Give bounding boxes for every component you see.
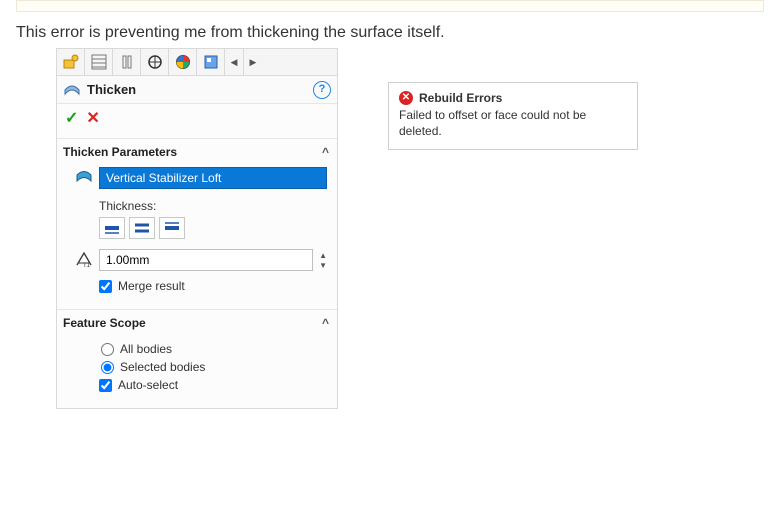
merge-result-row[interactable]: Merge result: [99, 279, 327, 293]
merge-result-label: Merge result: [118, 279, 185, 293]
tab-scroll-left[interactable]: ◀: [225, 49, 244, 75]
property-manager-panel: ◀ ▶ Thicken ? ✓ ✕ Thicken Parameters ^: [56, 48, 338, 409]
rebuild-error-popup: ✕ Rebuild Errors Failed to offset or fac…: [388, 82, 638, 150]
note-strip: [16, 0, 764, 12]
auto-select-checkbox[interactable]: [99, 379, 112, 392]
scope-all-radio[interactable]: [101, 343, 114, 356]
scope-selected-radio[interactable]: [101, 361, 114, 374]
scope-selected-row[interactable]: Selected bodies: [101, 360, 327, 374]
tab-scroll-right[interactable]: ▶: [244, 49, 262, 75]
scope-selected-label: Selected bodies: [120, 360, 205, 374]
auto-select-label: Auto-select: [118, 378, 178, 392]
ok-button[interactable]: ✓: [65, 108, 78, 128]
feature-header: Thicken ?: [57, 76, 337, 104]
direction-both[interactable]: [129, 217, 155, 239]
surface-icon: [75, 169, 93, 188]
section-feature-scope: Feature Scope ^: [57, 309, 337, 334]
thickness-spinner[interactable]: ▲▼: [319, 251, 327, 270]
error-icon: ✕: [399, 91, 413, 105]
thickness-depth-icon: T1: [75, 251, 93, 270]
help-icon[interactable]: ?: [313, 81, 331, 99]
tab-configuration[interactable]: [113, 49, 141, 75]
cancel-button[interactable]: ✕: [86, 108, 99, 128]
tab-dimxpert[interactable]: [141, 49, 169, 75]
section-thicken-parameters: Thicken Parameters ^: [57, 138, 337, 163]
tab-feature-tree[interactable]: [57, 49, 85, 75]
direction-side1[interactable]: [99, 217, 125, 239]
thickness-input[interactable]: [99, 249, 313, 271]
collapse-thicken[interactable]: ^: [322, 145, 329, 159]
forum-description: This error is preventing me from thicken…: [0, 20, 780, 48]
thicken-icon: [63, 80, 81, 99]
error-message: Failed to offset or face could not be de…: [399, 107, 627, 139]
ok-cancel-row: ✓ ✕: [57, 104, 337, 138]
tab-study[interactable]: [197, 49, 225, 75]
merge-result-checkbox[interactable]: [99, 280, 112, 293]
tab-display[interactable]: [169, 49, 197, 75]
feature-title: Thicken: [87, 82, 313, 97]
feature-tab-toolbar: ◀ ▶: [57, 49, 337, 76]
error-title: Rebuild Errors: [419, 91, 502, 105]
thickness-direction-group: [99, 217, 327, 239]
scope-all-row[interactable]: All bodies: [101, 342, 327, 356]
section-thicken-title: Thicken Parameters: [63, 145, 177, 159]
section-scope-title: Feature Scope: [63, 316, 146, 330]
svg-text:T1: T1: [83, 263, 91, 267]
surface-selection[interactable]: Vertical Stabilizer Loft: [99, 167, 327, 189]
tab-property-manager[interactable]: [85, 49, 113, 75]
scope-all-label: All bodies: [120, 342, 172, 356]
collapse-scope[interactable]: ^: [322, 316, 329, 330]
direction-side2[interactable]: [159, 217, 185, 239]
thickness-label: Thickness:: [99, 199, 327, 213]
auto-select-row[interactable]: Auto-select: [99, 378, 327, 392]
